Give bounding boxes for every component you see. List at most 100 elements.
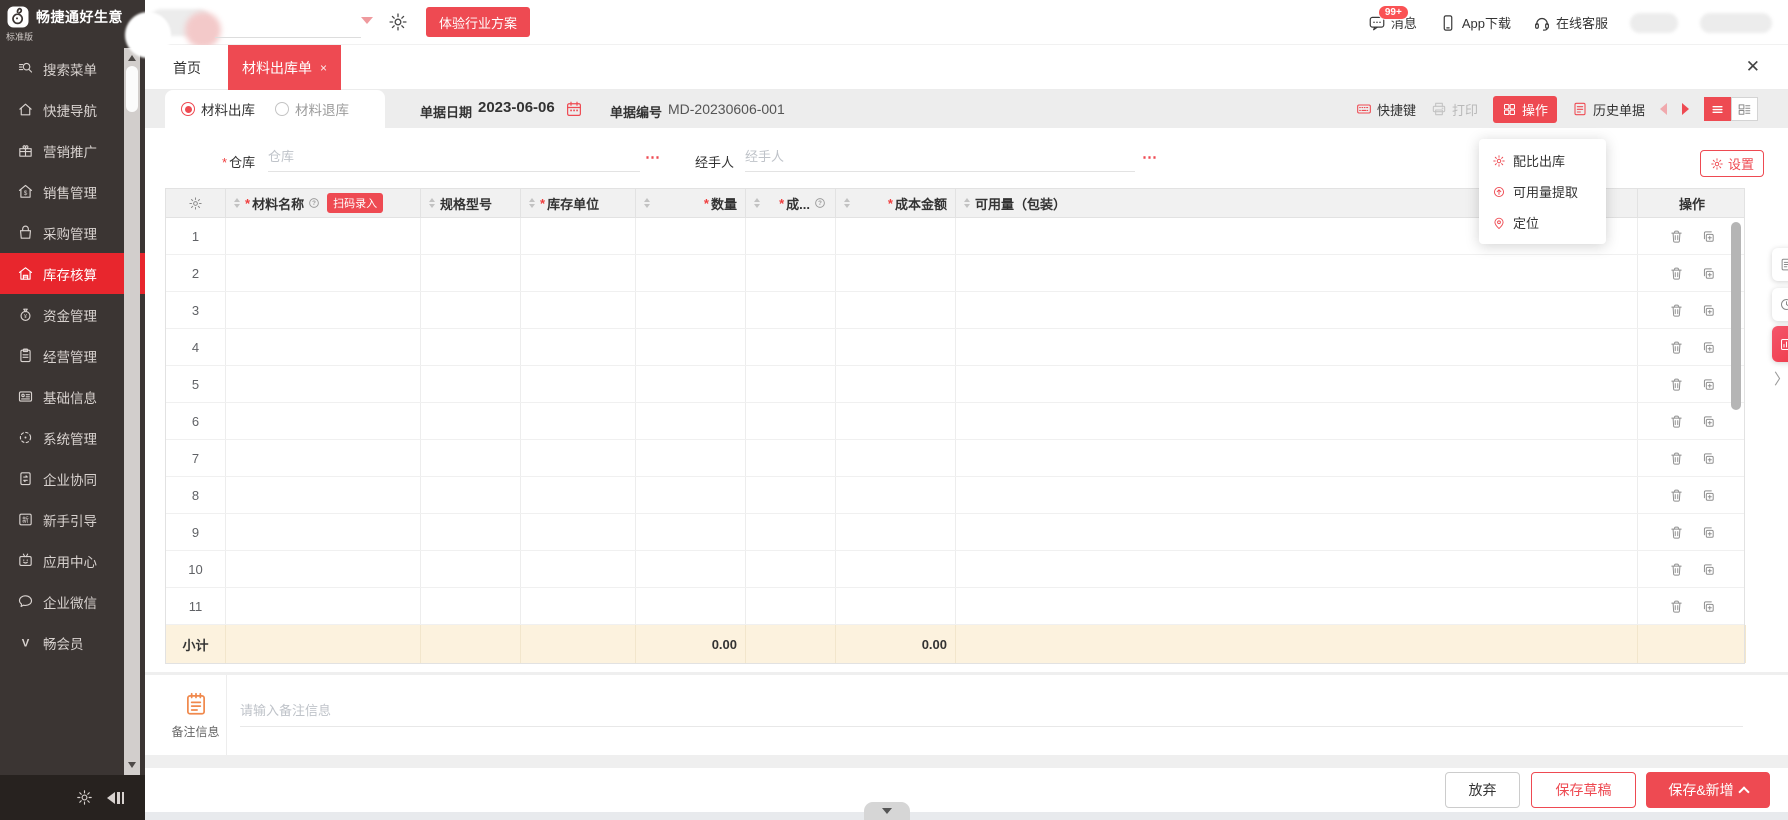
delete-row-button[interactable] (1669, 599, 1684, 614)
sidebar-settings-gear-icon[interactable] (76, 789, 93, 806)
sidebar-item-purchase[interactable]: 采购管理 (0, 212, 124, 253)
table-cell-avail[interactable] (956, 551, 1638, 587)
table-cell-qty[interactable] (636, 255, 746, 291)
sidebar-item-collab[interactable]: 企业协同 (0, 458, 124, 499)
scan-entry-badge[interactable]: 扫码录入 (327, 193, 384, 213)
remarks-input[interactable] (240, 695, 1743, 727)
sidebar-item-marketing[interactable]: 营销推广 (0, 130, 124, 171)
floating-widget-2[interactable] (1772, 288, 1788, 321)
table-cell-avail[interactable] (956, 440, 1638, 476)
table-cell-unit[interactable] (521, 292, 636, 328)
table-cell-avail[interactable] (956, 514, 1638, 550)
handler-picker-ellipsis[interactable]: ⋯ (1142, 148, 1158, 166)
table-cell-name[interactable] (226, 292, 421, 328)
sort-carets-icon[interactable] (964, 198, 970, 208)
table-cell-qty[interactable] (636, 218, 746, 254)
table-cell-avail[interactable] (956, 329, 1638, 365)
radio-selected-icon[interactable] (181, 102, 195, 116)
next-doc-icon[interactable] (1682, 103, 1689, 115)
table-cell-spec[interactable] (421, 477, 521, 513)
save-draft-button[interactable]: 保存草稿 (1531, 772, 1636, 808)
edge-expand-chevron-icon[interactable]: 〉 (1774, 368, 1788, 389)
table-cell-unit[interactable] (521, 588, 636, 624)
table-cell-unit[interactable] (521, 329, 636, 365)
sidebar-item-search[interactable]: 搜索菜单 (0, 48, 124, 89)
table-scrollbar-thumb[interactable] (1731, 222, 1741, 410)
warehouse-input[interactable] (268, 142, 640, 172)
table-cell-spec[interactable] (421, 403, 521, 439)
table-cell-price[interactable] (746, 218, 836, 254)
table-header-cell-spec[interactable]: 规格型号 (421, 189, 521, 217)
sidebar-item-system[interactable]: 系统管理 (0, 417, 124, 458)
table-cell-price[interactable] (746, 255, 836, 291)
sidebar-item-quick-nav[interactable]: 快捷导航 (0, 89, 124, 130)
table-cell-name[interactable] (226, 588, 421, 624)
delete-row-button[interactable] (1669, 562, 1684, 577)
copy-row-button[interactable] (1701, 414, 1716, 429)
table-cell-price[interactable] (746, 329, 836, 365)
calendar-icon[interactable] (565, 100, 583, 118)
table-cell-price[interactable] (746, 403, 836, 439)
table-header-cell-name[interactable]: * 材料名称? 扫码录入 (226, 189, 421, 217)
copy-row-button[interactable] (1701, 562, 1716, 577)
copy-row-button[interactable] (1701, 525, 1716, 540)
tab-material-outbound[interactable]: 材料出库单 × (228, 45, 342, 90)
table-cell-spec[interactable] (421, 366, 521, 402)
table-cell-avail[interactable] (956, 366, 1638, 402)
table-cell-price[interactable] (746, 292, 836, 328)
sidebar-item-member[interactable]: V 畅会员 (0, 622, 124, 663)
table-cell-qty[interactable] (636, 588, 746, 624)
table-cell-qty[interactable] (636, 329, 746, 365)
table-cell-price[interactable] (746, 440, 836, 476)
settings-button[interactable]: 设置 (1700, 150, 1764, 177)
table-cell-qty[interactable] (636, 440, 746, 476)
help-icon[interactable]: ? (307, 196, 321, 210)
table-cell-avail[interactable] (956, 588, 1638, 624)
table-cell-amount[interactable] (836, 255, 956, 291)
table-cell-amount[interactable] (836, 551, 956, 587)
table-header-cell-unit[interactable]: * 库存单位 (521, 189, 636, 217)
table-cell-name[interactable] (226, 551, 421, 587)
topbar-gear-icon[interactable] (388, 12, 408, 32)
sidebar-item-sales[interactable]: $ 销售管理 (0, 171, 124, 212)
sort-carets-icon[interactable] (529, 198, 535, 208)
sort-carets-icon[interactable] (754, 198, 760, 208)
prev-doc-icon[interactable] (1660, 103, 1667, 115)
delete-row-button[interactable] (1669, 488, 1684, 503)
table-cell-avail[interactable] (956, 477, 1638, 513)
table-cell-amount[interactable] (836, 218, 956, 254)
print-button[interactable]: 打印 (1431, 100, 1478, 119)
sidebar-item-funds[interactable]: ¥ 资金管理 (0, 294, 124, 335)
tab-close-icon[interactable]: × (320, 61, 327, 75)
handler-input[interactable] (745, 142, 1135, 172)
copy-row-button[interactable] (1701, 599, 1716, 614)
delete-row-button[interactable] (1669, 525, 1684, 540)
scroll-down-icon[interactable] (128, 762, 136, 768)
table-cell-unit[interactable] (521, 403, 636, 439)
delete-row-button[interactable] (1669, 451, 1684, 466)
table-cell-name[interactable] (226, 329, 421, 365)
table-cell-name[interactable] (226, 514, 421, 550)
copy-row-button[interactable] (1701, 340, 1716, 355)
table-cell-amount[interactable] (836, 588, 956, 624)
sidebar-item-wecom[interactable]: 企业微信 (0, 581, 124, 622)
floating-widget-report[interactable] (1772, 326, 1788, 362)
table-cell-qty[interactable] (636, 551, 746, 587)
cancel-button[interactable]: 放弃 (1445, 772, 1520, 808)
table-cell-amount[interactable] (836, 440, 956, 476)
table-cell-spec[interactable] (421, 255, 521, 291)
table-cell-avail[interactable] (956, 292, 1638, 328)
sort-carets-icon[interactable] (429, 198, 435, 208)
operate-menu-item[interactable]: 定位 (1479, 207, 1606, 238)
table-cell-name[interactable] (226, 218, 421, 254)
table-cell-price[interactable] (746, 551, 836, 587)
online-service-button[interactable]: 在线客服 (1533, 13, 1608, 32)
table-cell-price[interactable] (746, 477, 836, 513)
operate-button[interactable]: 操作 (1492, 95, 1557, 123)
table-cell-amount[interactable] (836, 403, 956, 439)
save-and-new-button[interactable]: 保存&新增 (1646, 772, 1770, 808)
collapse-bottom-handle[interactable] (864, 802, 910, 820)
experience-industry-button[interactable]: 体验行业方案 (426, 7, 531, 37)
table-cell-unit[interactable] (521, 551, 636, 587)
copy-row-button[interactable] (1701, 377, 1716, 392)
